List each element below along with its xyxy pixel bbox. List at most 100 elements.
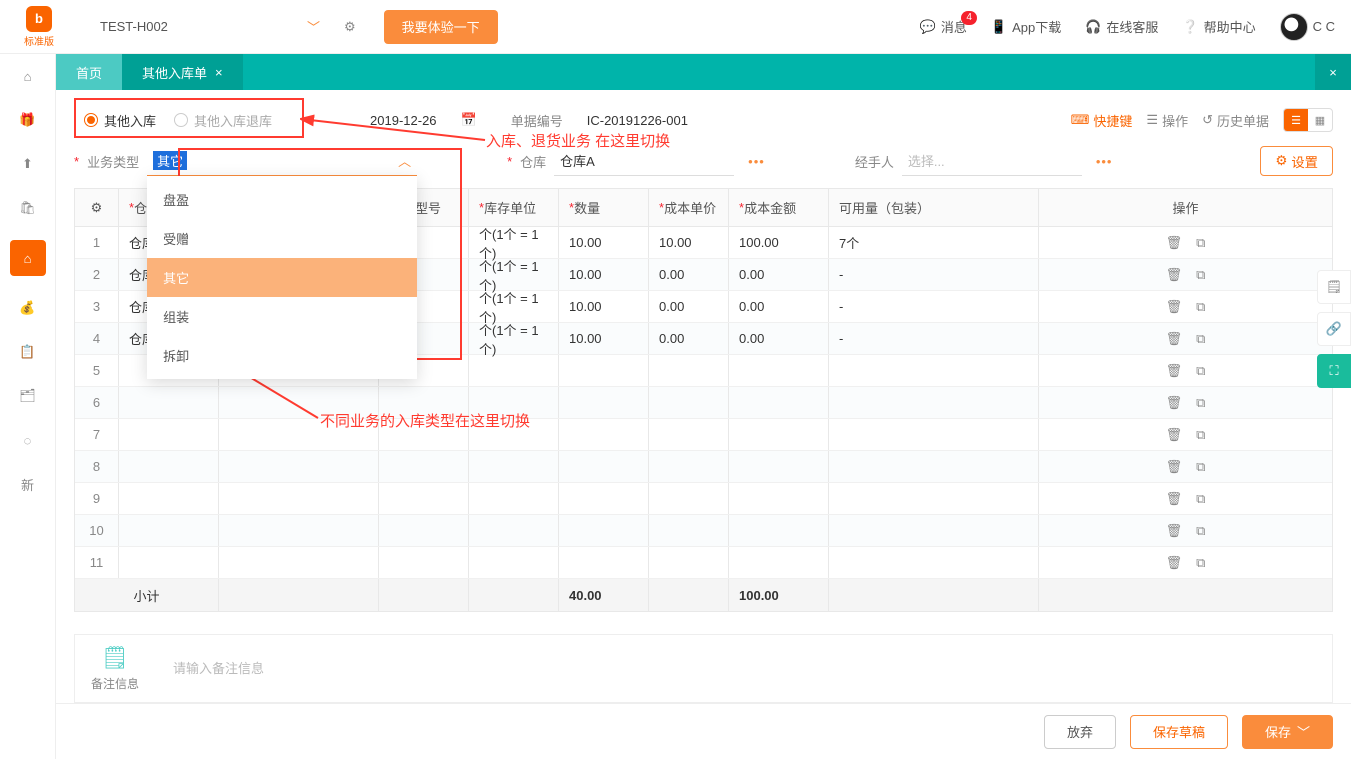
tab-home[interactable]: 首页	[56, 54, 122, 90]
support-button[interactable]: 🎧在线客服	[1085, 17, 1158, 36]
biztype-option[interactable]: 受赠	[147, 219, 417, 258]
copy-icon[interactable]: ⧉	[1196, 299, 1205, 315]
table-row[interactable]: 8🗑⧉	[75, 451, 1332, 483]
col-price: *成本单价	[649, 189, 729, 226]
delete-icon[interactable]: 🗑	[1166, 459, 1183, 475]
gear-icon: ⚙	[1275, 153, 1287, 169]
biztype-option[interactable]: 组装	[147, 297, 417, 336]
cta-button[interactable]: 我要体验一下	[384, 10, 498, 44]
save-button[interactable]: 保存﹀	[1242, 715, 1333, 749]
app-label: App下载	[1012, 17, 1061, 36]
copy-icon[interactable]: ⧉	[1196, 395, 1205, 411]
messages-button[interactable]: 💬 消息 4	[920, 17, 967, 36]
biztype-select[interactable]: 其它 ︿ 盘盈受赠其它组装拆卸	[147, 146, 417, 176]
gear-icon[interactable]: ⚙	[344, 19, 356, 35]
table-row[interactable]: 10🗑⧉	[75, 515, 1332, 547]
user-menu[interactable]: C C	[1280, 13, 1335, 41]
delete-icon[interactable]: 🗑	[1166, 523, 1183, 539]
report-icon[interactable]: 📋	[16, 340, 40, 364]
note-icon: 🗒	[101, 645, 129, 671]
copy-icon[interactable]: ⧉	[1196, 331, 1205, 347]
delete-icon[interactable]: 🗑	[1166, 299, 1183, 315]
table-row[interactable]: 6🗑⧉	[75, 387, 1332, 419]
dock-note-icon[interactable]: 🗒	[1317, 270, 1351, 304]
discard-button[interactable]: 放弃	[1044, 715, 1116, 749]
table-row[interactable]: 11🗑⧉	[75, 547, 1332, 579]
more-icon[interactable]: •••	[748, 154, 765, 169]
delete-icon[interactable]: 🗑	[1166, 555, 1183, 571]
calendar-icon[interactable]: 📅	[461, 112, 477, 128]
warehouse-icon[interactable]: ⌂	[10, 240, 46, 276]
biztype-option[interactable]: 拆卸	[147, 336, 417, 375]
delete-icon[interactable]: 🗑	[1166, 363, 1183, 379]
delete-icon[interactable]: 🗑	[1166, 427, 1183, 443]
biztype-option[interactable]: 盘盈	[147, 180, 417, 219]
subtotal-row: 小计 40.00 100.00	[75, 579, 1332, 611]
gift-icon[interactable]: 🎁	[16, 108, 40, 132]
handler-select[interactable]: 选择...	[902, 146, 1082, 176]
subtotal-label: 小计	[75, 579, 219, 611]
dock-expand-icon[interactable]: ⛶	[1317, 354, 1351, 388]
shortcut-button[interactable]: ⌨快捷键	[1071, 111, 1133, 130]
radio-return-label: 其他入库退库	[194, 111, 272, 130]
copy-icon[interactable]: ⧉	[1196, 235, 1205, 251]
warehouse-value: 仓库A	[560, 151, 595, 170]
warehouse-select[interactable]: 仓库A	[554, 146, 734, 176]
radio-return[interactable]: 其他入库退库	[174, 111, 272, 130]
copy-icon[interactable]: ⧉	[1196, 267, 1205, 283]
radio-inbound[interactable]: 其他入库	[84, 111, 156, 130]
table-row[interactable]: 9🗑⧉	[75, 483, 1332, 515]
operate-button[interactable]: ☰操作	[1146, 111, 1188, 130]
settings-nav-icon[interactable]: ◌	[16, 428, 40, 452]
sales-icon[interactable]: 🛍	[16, 196, 40, 220]
delete-icon[interactable]: 🗑	[1166, 395, 1183, 411]
col-settings[interactable]: ⚙	[75, 189, 119, 226]
settings-button[interactable]: ⚙设置	[1260, 146, 1333, 176]
finance-icon[interactable]: 💰	[16, 296, 40, 320]
copy-icon[interactable]: ⧉	[1196, 491, 1205, 507]
home-icon[interactable]: ⌂	[16, 64, 40, 88]
view-grid[interactable]: ▦	[1308, 109, 1332, 131]
tab-current[interactable]: 其他入库单 ×	[122, 54, 243, 90]
handler-label: 经手人	[855, 152, 894, 171]
biztype-field: *业务类型 其它 ︿ 盘盈受赠其它组装拆卸	[74, 146, 417, 176]
radio-inbound-label: 其他入库	[104, 111, 156, 130]
doc-toolbar: ⌨快捷键 ☰操作 ↺历史单据 ☰ ▦	[1071, 108, 1333, 132]
delete-icon[interactable]: 🗑	[1166, 491, 1183, 507]
doc-header-row: 其他入库 其他入库退库 2019-12-26 📅 单据编号 IC-2019122…	[74, 108, 1333, 132]
dock-link-icon[interactable]: 🔗	[1317, 312, 1351, 346]
table-row[interactable]: 7🗑⧉	[75, 419, 1332, 451]
user-name: C C	[1313, 19, 1335, 34]
save-draft-button[interactable]: 保存草稿	[1130, 715, 1228, 749]
copy-icon[interactable]: ⧉	[1196, 459, 1205, 475]
message-badge: 4	[961, 11, 977, 25]
close-all-tabs[interactable]: ×	[1315, 54, 1351, 90]
new-icon[interactable]: 新	[16, 472, 40, 496]
help-button[interactable]: ❔帮助中心	[1182, 17, 1255, 36]
chevron-down-icon: ﹀	[307, 17, 320, 36]
copy-icon[interactable]: ⧉	[1196, 427, 1205, 443]
delete-icon[interactable]: 🗑	[1166, 235, 1183, 251]
radio-icon	[174, 113, 188, 127]
view-list[interactable]: ☰	[1284, 109, 1308, 131]
more-icon[interactable]: •••	[1096, 154, 1113, 169]
reconcile-icon[interactable]: 🗂	[16, 384, 40, 408]
close-icon[interactable]: ×	[215, 65, 223, 80]
biztype-option[interactable]: 其它	[147, 258, 417, 297]
history-icon: ↺	[1202, 112, 1213, 128]
subtotal-qty: 40.00	[559, 579, 649, 611]
copy-icon[interactable]: ⧉	[1196, 555, 1205, 571]
delete-icon[interactable]: 🗑	[1166, 331, 1183, 347]
purchase-icon[interactable]: ⬆	[16, 152, 40, 176]
copy-icon[interactable]: ⧉	[1196, 523, 1205, 539]
history-button[interactable]: ↺历史单据	[1202, 111, 1269, 130]
org-selector[interactable]: TEST-H002 ﹀	[90, 11, 330, 43]
delete-icon[interactable]: 🗑	[1166, 267, 1183, 283]
app-download-button[interactable]: 📱App下载	[991, 17, 1061, 36]
col-op: 操作	[1039, 189, 1332, 226]
top-right: 💬 消息 4 📱App下载 🎧在线客服 ❔帮助中心 C C	[920, 13, 1335, 41]
remarks-input[interactable]	[155, 635, 1332, 702]
copy-icon[interactable]: ⧉	[1196, 363, 1205, 379]
warehouse-field: *仓库 仓库A •••	[507, 146, 765, 176]
doc-no-label: 单据编号	[511, 111, 563, 130]
